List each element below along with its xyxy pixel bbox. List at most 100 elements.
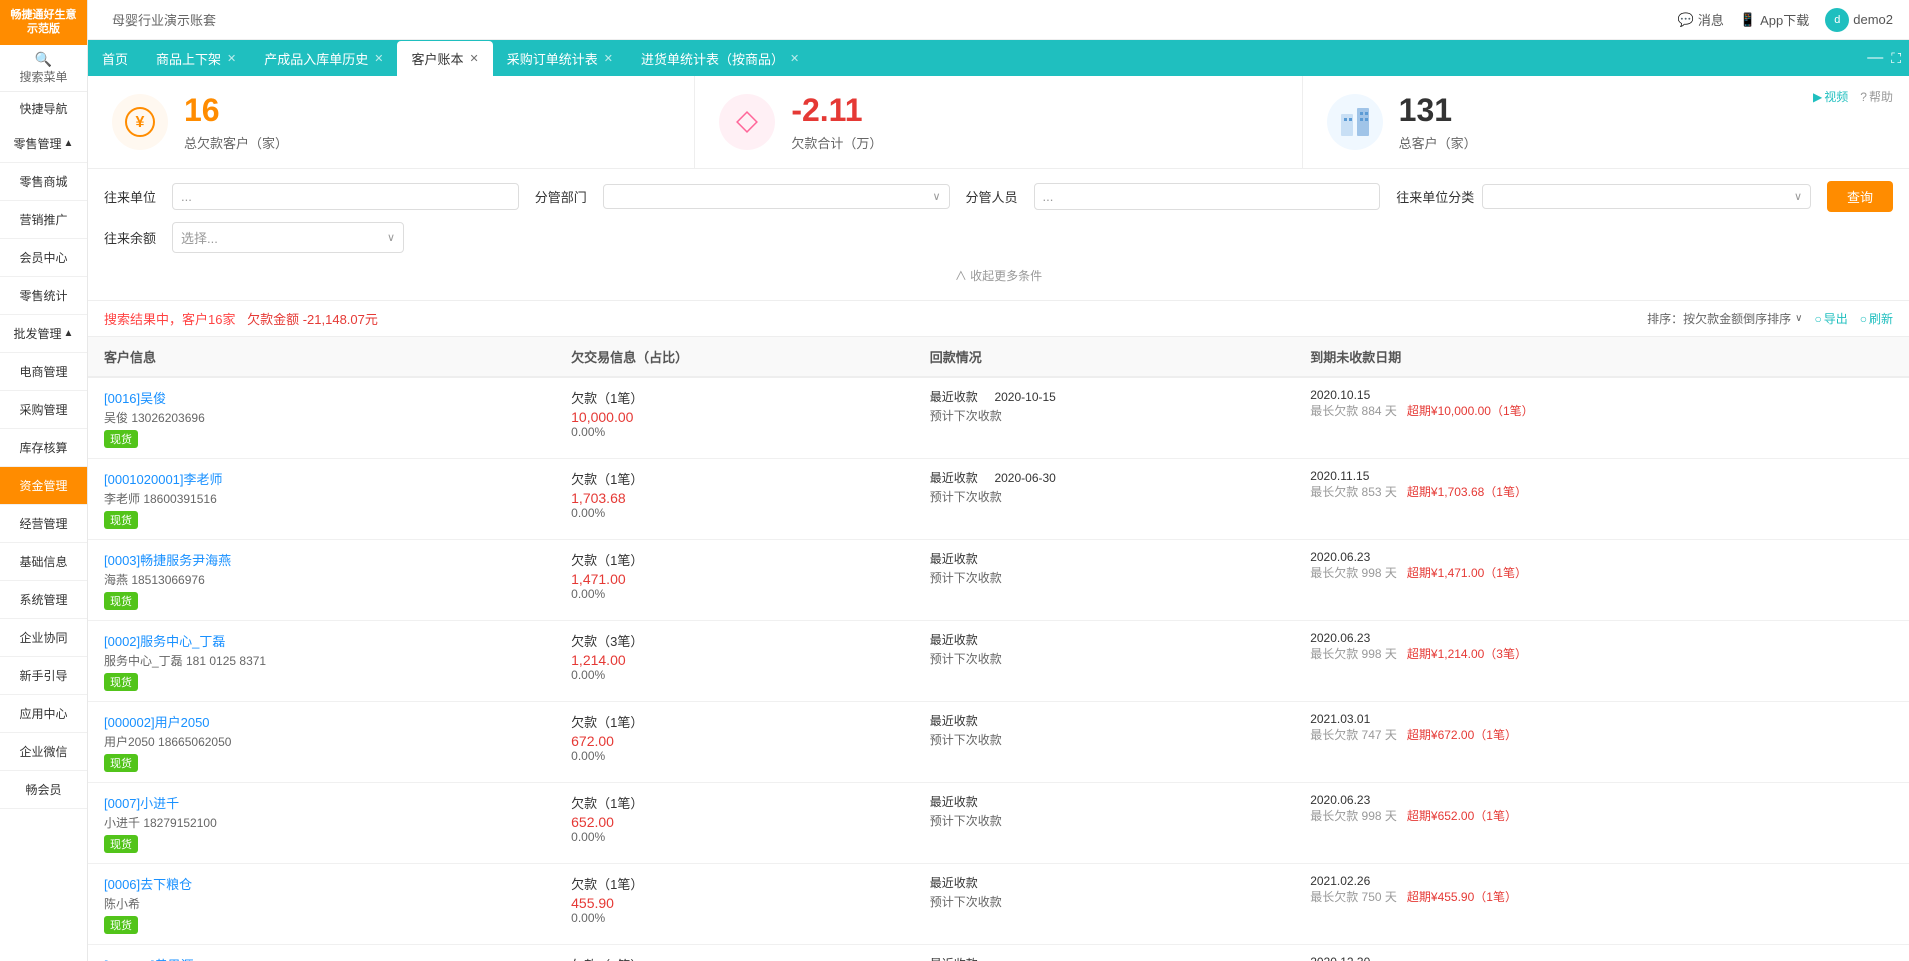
close-tab-instock-stat[interactable]: ✕ bbox=[790, 52, 799, 65]
tab-home[interactable]: 首页 bbox=[88, 41, 142, 76]
due-date: 2021.03.01 bbox=[1310, 712, 1893, 726]
total-customers-value: 131 bbox=[1399, 92, 1477, 129]
user-avatar: d bbox=[1825, 8, 1849, 32]
sidebar-item-enterprise[interactable]: 企业协同 bbox=[0, 619, 87, 657]
tab-customer-account[interactable]: 客户账本 ✕ bbox=[397, 41, 492, 76]
tab-product-offline[interactable]: 商品上下架 ✕ bbox=[142, 41, 250, 76]
sidebar-item-app-center[interactable]: 应用中心 bbox=[0, 695, 87, 733]
table-row: [0016]吴俊 吴俊 13026203696 现货 欠款（1笔） 10,000… bbox=[88, 377, 1909, 459]
sidebar-item-retail-stat[interactable]: 零售统计 bbox=[0, 277, 87, 315]
customer-phone: 用户2050 18665062050 bbox=[104, 733, 539, 750]
debt-amount: 652.00 bbox=[571, 814, 898, 830]
filter-dept: 分管部门 ∨ bbox=[535, 184, 950, 209]
debt-percent: 0.00% bbox=[571, 911, 898, 925]
tab-purchase-order[interactable]: 采购订单统计表 ✕ bbox=[493, 41, 627, 76]
building-icon bbox=[1327, 94, 1383, 150]
sidebar-item-inventory[interactable]: 库存核算 bbox=[0, 429, 87, 467]
maximize-icon[interactable]: ⛶ bbox=[1891, 50, 1901, 67]
stat-card-debt-customers: ¥ 16 总欠款客户（家） bbox=[88, 76, 695, 168]
sidebar-item-search[interactable]: 🔍 搜索菜单 bbox=[0, 45, 87, 92]
close-tab-purchase-order[interactable]: ✕ bbox=[604, 52, 613, 65]
balance-select[interactable]: 选择... ∨ bbox=[172, 222, 404, 253]
sidebar-item-ops-mgmt[interactable]: 经营管理 bbox=[0, 505, 87, 543]
sidebar-item-finance[interactable]: 资金管理 bbox=[0, 467, 87, 505]
results-actions: 排序：按欠款金额倒序排序 ∨ ○ 导出 ○ 刷新 bbox=[1647, 310, 1893, 327]
close-tab-product-history[interactable]: ✕ bbox=[374, 52, 383, 65]
sort-button[interactable]: 排序：按欠款金额倒序排序 ∨ bbox=[1647, 310, 1802, 327]
tab-product-history[interactable]: 产成品入库单历史 ✕ bbox=[250, 41, 397, 76]
sidebar-item-vip-member[interactable]: 畅会员 bbox=[0, 771, 87, 809]
refresh-button[interactable]: ○ 刷新 bbox=[1860, 310, 1893, 327]
source-unit-input[interactable]: ... bbox=[172, 183, 519, 210]
sidebar-item-batch-mgmt[interactable]: 批发管理 ▲ bbox=[0, 315, 87, 353]
customer-name-link[interactable]: [0003]畅捷服务尹海燕 bbox=[104, 550, 539, 569]
help-button[interactable]: ? 帮助 bbox=[1860, 88, 1893, 105]
export-icon: ○ bbox=[1814, 312, 1821, 326]
dept-chevron-icon: ∨ bbox=[932, 190, 940, 203]
table-row: [0001020001]李老师 李老师 18600391516 现货 欠款（1笔… bbox=[88, 459, 1909, 540]
sidebar-item-newbie[interactable]: 新手引导 bbox=[0, 657, 87, 695]
user-menu[interactable]: d demo2 bbox=[1825, 8, 1893, 32]
sidebar-item-member[interactable]: 会员中心 bbox=[0, 239, 87, 277]
unit-category-select[interactable]: ∨ bbox=[1482, 184, 1811, 209]
overdue-days: 最长欠款 998 天 超期¥1,214.00（3笔） bbox=[1310, 645, 1893, 662]
filter-balance: 往来余额 选择... ∨ bbox=[104, 222, 404, 253]
overdue-link[interactable]: 超期¥652.00（1笔） bbox=[1407, 809, 1517, 823]
dept-select[interactable]: ∨ bbox=[603, 184, 950, 209]
customer-name-link[interactable]: [0006]去下粮仓 bbox=[104, 874, 539, 893]
due-date: 2020.06.23 bbox=[1310, 550, 1893, 564]
diamond-icon bbox=[719, 94, 775, 150]
customer-tag: 现货 bbox=[104, 592, 138, 610]
overdue-link[interactable]: 超期¥1,214.00（3笔） bbox=[1407, 647, 1527, 661]
app-download-button[interactable]: 📱 App下载 bbox=[1740, 10, 1809, 29]
video-button[interactable]: ▶ 视频 bbox=[1813, 88, 1848, 105]
debt-percent: 0.00% bbox=[571, 587, 898, 601]
yuan-icon: ¥ bbox=[112, 94, 168, 150]
sidebar-item-basic-info[interactable]: 基础信息 bbox=[0, 543, 87, 581]
sidebar-item-corp-wechat[interactable]: 企业微信 bbox=[0, 733, 87, 771]
customer-name-link[interactable]: [0016]吴俊 bbox=[104, 388, 539, 407]
col-collect-status: 回款情况 bbox=[914, 337, 1294, 377]
minimize-icon[interactable]: — bbox=[1867, 49, 1883, 67]
unit-category-label: 往来单位分类 bbox=[1396, 187, 1474, 206]
collapse-button[interactable]: ∧ 收起更多条件 bbox=[104, 263, 1893, 288]
filter-row-2: 往来余额 选择... ∨ bbox=[104, 222, 1893, 253]
close-tab-customer-account[interactable]: ✕ bbox=[470, 52, 479, 65]
customer-name-link[interactable]: [000001]黄思源 bbox=[104, 955, 539, 961]
table-row: [000002]用户2050 用户2050 18665062050 现货 欠款（… bbox=[88, 702, 1909, 783]
overdue-link[interactable]: 超期¥1,471.00（1笔） bbox=[1407, 566, 1527, 580]
overdue-days: 最长欠款 750 天 超期¥455.90（1笔） bbox=[1310, 888, 1893, 905]
customer-phone: 小进千 18279152100 bbox=[104, 814, 539, 831]
export-button[interactable]: ○ 导出 bbox=[1814, 310, 1847, 327]
close-tab-product-offline[interactable]: ✕ bbox=[227, 52, 236, 65]
message-button[interactable]: 💬 消息 bbox=[1678, 10, 1724, 29]
tab-instock-stat[interactable]: 进货单统计表（按商品） ✕ bbox=[627, 41, 813, 76]
filter-person: 分管人员 ... bbox=[966, 183, 1381, 210]
sidebar-item-ecommerce[interactable]: 电商管理 bbox=[0, 353, 87, 391]
debt-count: 欠款（1笔） bbox=[571, 469, 898, 488]
overdue-link[interactable]: 超期¥672.00（1笔） bbox=[1407, 728, 1517, 742]
overdue-days: 最长欠款 884 天 超期¥10,000.00（1笔） bbox=[1310, 402, 1893, 419]
debt-count: 欠款（1笔） bbox=[571, 955, 898, 961]
debt-count: 欠款（1笔） bbox=[571, 550, 898, 569]
overdue-link[interactable]: 超期¥1,703.68（1笔） bbox=[1407, 485, 1527, 499]
customer-name-link[interactable]: [000002]用户2050 bbox=[104, 712, 539, 731]
sidebar-item-purchase[interactable]: 采购管理 bbox=[0, 391, 87, 429]
next-collect: 预计下次收款 bbox=[930, 650, 1278, 667]
customer-name-link[interactable]: [0001020001]李老师 bbox=[104, 469, 539, 488]
sidebar-item-system[interactable]: 系统管理 bbox=[0, 581, 87, 619]
col-debt-info: 欠交易信息（占比） bbox=[555, 337, 914, 377]
overdue-link[interactable]: 超期¥455.90（1笔） bbox=[1407, 890, 1517, 904]
overdue-link[interactable]: 超期¥10,000.00（1笔） bbox=[1407, 404, 1534, 418]
sidebar-item-retail-mgmt[interactable]: 零售管理 ▲ bbox=[0, 125, 87, 163]
customer-name-link[interactable]: [0007]小进千 bbox=[104, 793, 539, 812]
debt-count: 欠款（1笔） bbox=[571, 712, 898, 731]
person-input[interactable]: ... bbox=[1034, 183, 1381, 210]
sidebar-item-marketing[interactable]: 营销推广 bbox=[0, 201, 87, 239]
query-button[interactable]: 查询 bbox=[1827, 181, 1893, 212]
sidebar-item-retail-mall[interactable]: 零售商城 bbox=[0, 163, 87, 201]
debt-count: 欠款（1笔） bbox=[571, 793, 898, 812]
app-logo: 畅捷通好生意 示范版 bbox=[0, 0, 87, 45]
sidebar-item-quick-nav[interactable]: 快捷导航 bbox=[0, 92, 87, 125]
customer-name-link[interactable]: [0002]服务中心_丁磊 bbox=[104, 631, 539, 650]
